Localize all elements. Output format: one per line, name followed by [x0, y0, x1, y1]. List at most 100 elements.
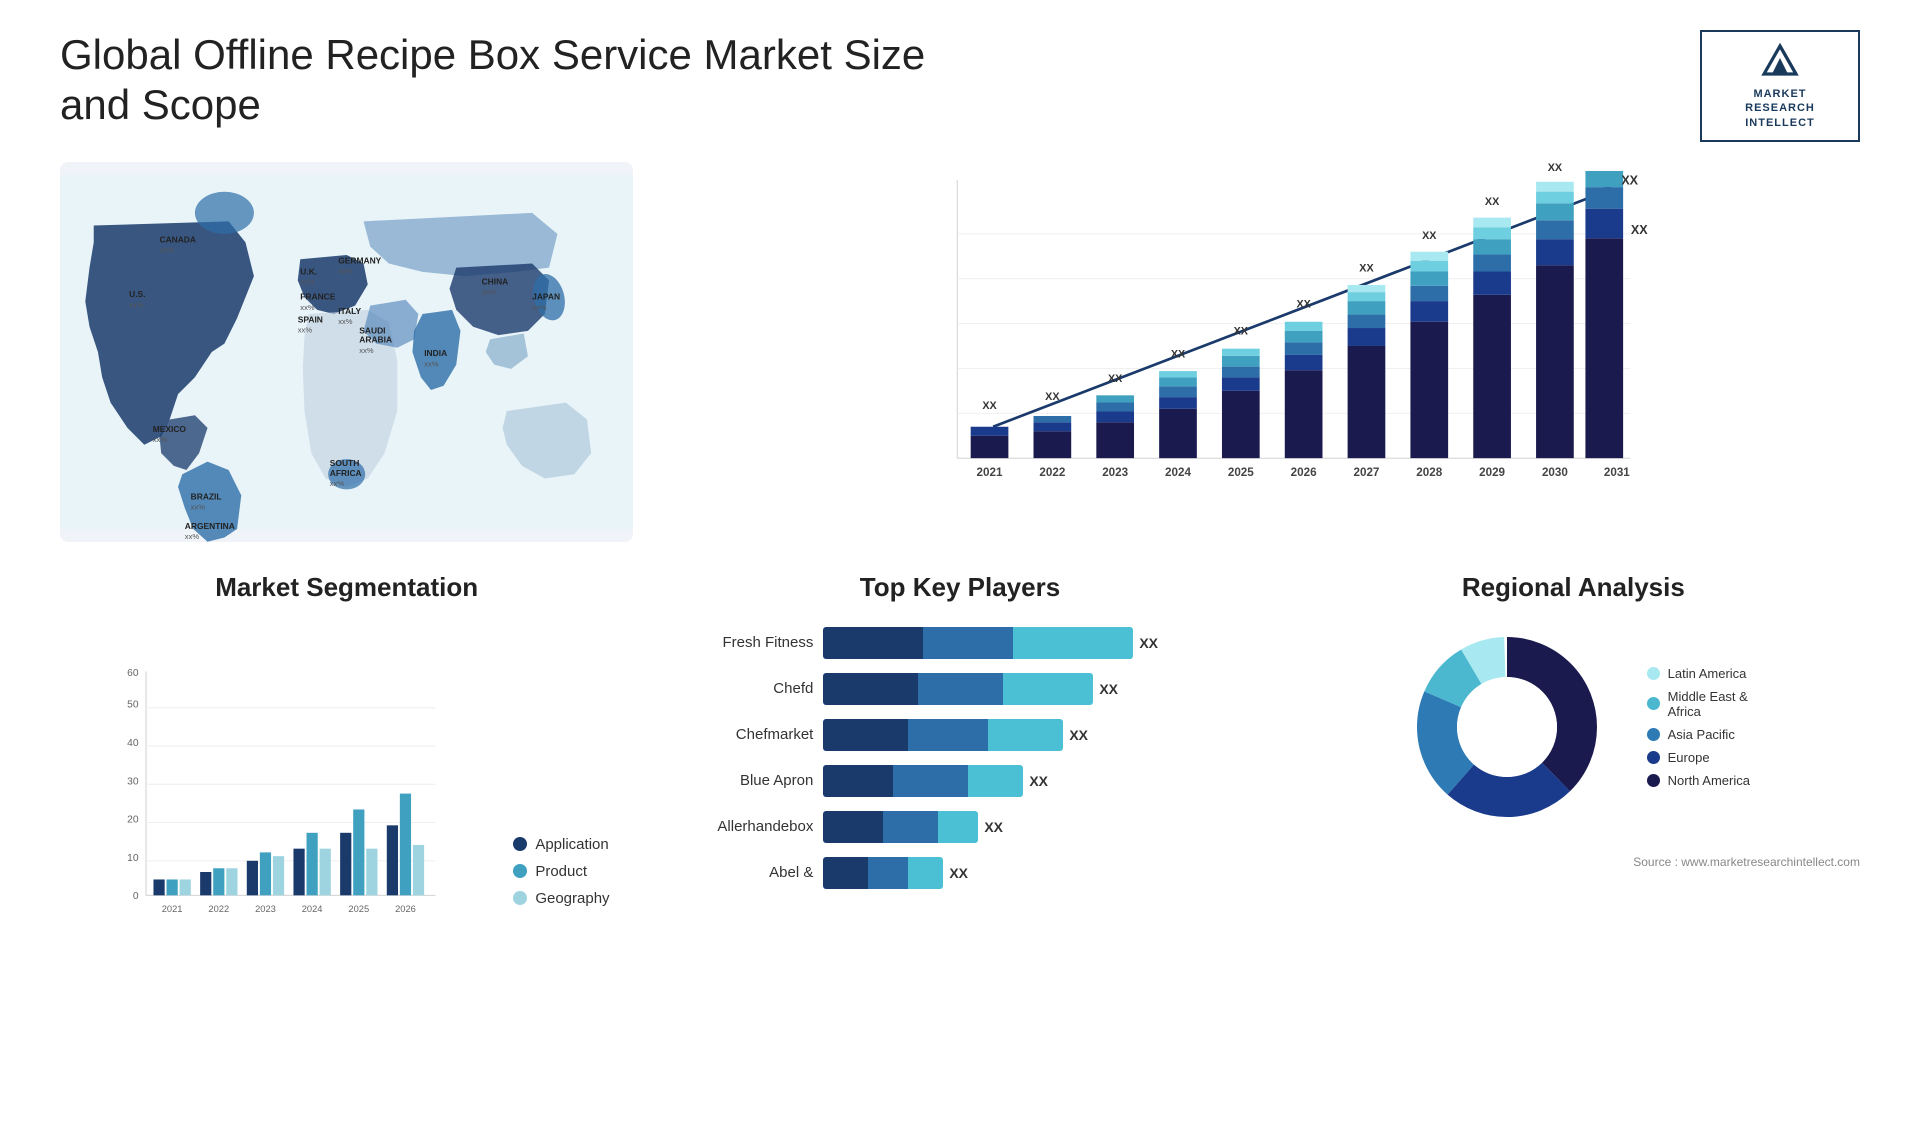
svg-text:JAPAN: JAPAN [532, 292, 560, 302]
legend-dot-geography [513, 891, 527, 905]
svg-text:10: 10 [127, 853, 139, 864]
legend-dot-product [513, 864, 527, 878]
svg-text:ARABIA: ARABIA [359, 335, 392, 345]
svg-text:XX: XX [1485, 196, 1500, 208]
svg-text:2026: 2026 [395, 904, 416, 914]
bar-seg2 [883, 811, 938, 843]
legend-label-geography: Geography [535, 890, 609, 907]
svg-text:AFRICA: AFRICA [330, 468, 362, 478]
svg-text:xx%: xx% [185, 532, 200, 541]
player-bar-wrap: XX [823, 765, 1246, 797]
player-bar-wrap: XX [823, 857, 1246, 889]
bar-seg2 [868, 857, 908, 889]
svg-text:INDIA: INDIA [424, 348, 447, 358]
player-name: Chefd [673, 680, 813, 697]
svg-text:XX: XX [1297, 298, 1312, 310]
player-name: Abel & [673, 864, 813, 881]
player-val: XX [1029, 773, 1048, 789]
bar-seg1 [823, 627, 923, 659]
player-bar-wrap: XX [823, 673, 1246, 705]
svg-text:2028: 2028 [1417, 466, 1443, 479]
svg-text:BRAZIL: BRAZIL [191, 491, 222, 501]
player-row-blue-apron: Blue Apron XX [673, 765, 1246, 797]
svg-text:ARGENTINA: ARGENTINA [185, 521, 235, 531]
svg-text:XX: XX [1171, 349, 1186, 361]
player-bar-wrap: XX [823, 719, 1246, 751]
player-bar [823, 673, 1093, 705]
svg-text:XX: XX [1108, 373, 1123, 385]
svg-text:xx%: xx% [424, 359, 439, 368]
legend-dot [1647, 667, 1660, 680]
svg-text:2024: 2024 [1165, 466, 1191, 479]
bar-seg1 [823, 765, 893, 797]
bar-seg3 [1013, 627, 1133, 659]
legend-label: Asia Pacific [1668, 727, 1735, 742]
legend-item-europe: Europe [1647, 750, 1750, 765]
svg-text:xx%: xx% [532, 303, 547, 312]
legend-label: Europe [1668, 750, 1710, 765]
svg-text:2022: 2022 [1040, 466, 1066, 479]
svg-text:xx%: xx% [482, 288, 497, 297]
svg-text:2022: 2022 [208, 904, 229, 914]
map-container: U.S. xx% CANADA xx% MEXICO xx% BRAZIL xx… [60, 162, 633, 542]
svg-text:2024: 2024 [302, 904, 323, 914]
player-val: XX [1069, 727, 1088, 743]
svg-text:CANADA: CANADA [159, 234, 196, 244]
donut-chart [1397, 617, 1617, 837]
regional-container: Latin America Middle East &Africa Asia P… [1287, 617, 1860, 869]
player-name: Allerhandebox [673, 818, 813, 835]
legend-item-application: Application [513, 836, 633, 853]
legend-item-apac: Asia Pacific [1647, 727, 1750, 742]
player-bar-wrap: XX [823, 811, 1246, 843]
player-row-fresh-fitness: Fresh Fitness XX [673, 627, 1246, 659]
page-title: Global Offline Recipe Box Service Market… [60, 30, 960, 131]
svg-text:xx%: xx% [129, 300, 144, 309]
legend-label-application: Application [535, 836, 608, 853]
svg-text:XX: XX [1622, 173, 1639, 187]
svg-text:2029: 2029 [1479, 466, 1505, 479]
player-bar [823, 857, 943, 889]
svg-text:xx%: xx% [359, 346, 374, 355]
svg-text:xx%: xx% [191, 503, 206, 512]
svg-text:2021: 2021 [977, 466, 1003, 479]
bar-seg1 [823, 719, 908, 751]
player-row-abel: Abel & XX [673, 857, 1246, 889]
svg-text:FRANCE: FRANCE [300, 292, 335, 302]
svg-text:20: 20 [127, 814, 139, 825]
source-text: Source : www.marketresearchintellect.com [1287, 855, 1860, 869]
regional-legend: Latin America Middle East &Africa Asia P… [1647, 666, 1750, 788]
player-val: XX [949, 865, 968, 881]
seg-legend: Application Product Geography [513, 836, 633, 947]
svg-text:U.S.: U.S. [129, 289, 145, 299]
bar-seg1 [823, 811, 883, 843]
segmentation-title: Market Segmentation [60, 572, 633, 603]
bar-chart-container: XX 2021 XX 2022 XX 2023 [673, 162, 1860, 542]
header: Global Offline Recipe Box Service Market… [60, 30, 1860, 142]
svg-text:XX: XX [1234, 325, 1249, 337]
logo-icon [1755, 42, 1805, 82]
bar-seg2 [918, 673, 1003, 705]
svg-text:U.K.: U.K. [300, 266, 317, 276]
svg-text:xx%: xx% [300, 303, 315, 312]
players-section: Top Key Players Fresh Fitness XX [673, 572, 1246, 947]
svg-text:SOUTH: SOUTH [330, 458, 359, 468]
legend-dot [1647, 751, 1660, 764]
legend-label: Middle East &Africa [1668, 689, 1748, 719]
svg-text:ITALY: ITALY [338, 306, 361, 316]
player-row-chefmarket: Chefmarket XX [673, 719, 1246, 751]
legend-item-north-america: North America [1647, 773, 1750, 788]
player-name: Blue Apron [673, 772, 813, 789]
bar-seg2 [908, 719, 988, 751]
svg-text:60: 60 [127, 668, 139, 679]
svg-text:MEXICO: MEXICO [153, 424, 187, 434]
bar-seg3 [988, 719, 1063, 751]
svg-text:2027: 2027 [1354, 466, 1380, 479]
svg-text:xx%: xx% [298, 325, 313, 334]
svg-text:CHINA: CHINA [482, 276, 509, 286]
svg-text:2030: 2030 [1542, 466, 1568, 479]
seg-svg-wrap: 0 10 20 30 40 50 60 [60, 662, 493, 947]
players-title: Top Key Players [673, 572, 1246, 603]
bar-seg3 [968, 765, 1023, 797]
player-name: Chefmarket [673, 726, 813, 743]
map-svg: U.S. xx% CANADA xx% MEXICO xx% BRAZIL xx… [60, 162, 633, 542]
